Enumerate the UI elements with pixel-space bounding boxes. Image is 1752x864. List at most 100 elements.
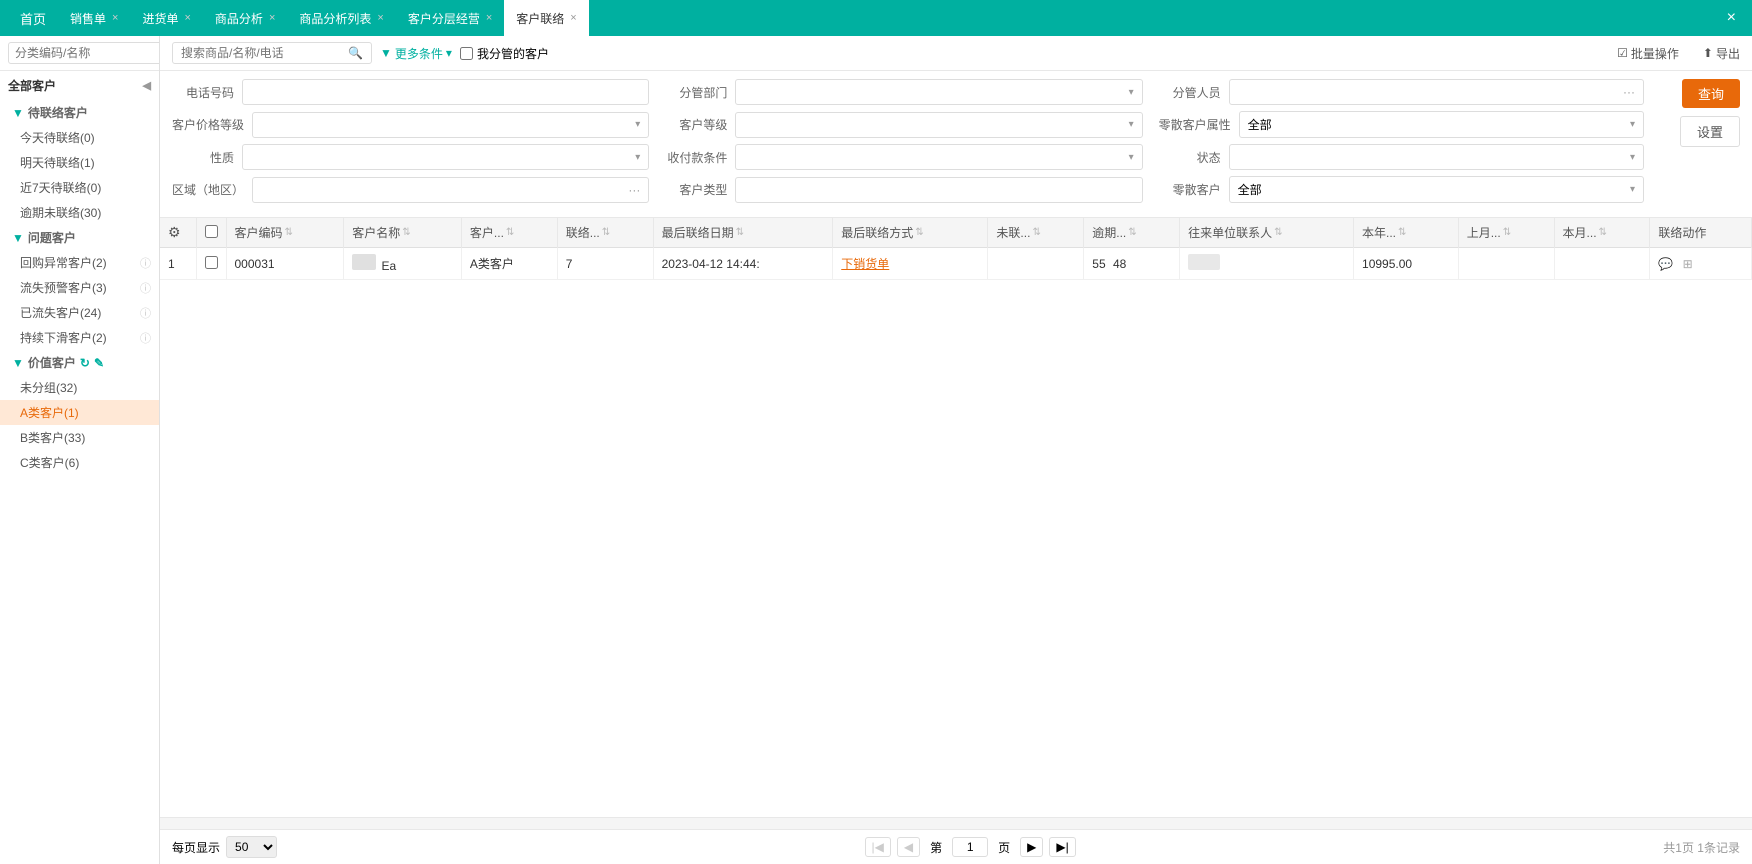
input-retail-attr[interactable]: 全部 ▾ — [1239, 111, 1644, 138]
ellipsis-icon[interactable]: ··· — [628, 183, 640, 197]
edit-group-icon[interactable]: ✎ — [94, 356, 104, 370]
input-phone[interactable] — [242, 79, 649, 105]
ellipsis-icon[interactable]: ··· — [1623, 85, 1635, 99]
label-dept: 分管部门 — [665, 84, 735, 101]
first-page-btn[interactable]: |◀ — [865, 837, 891, 857]
sidebar-item-7days[interactable]: 近7天待联络(0) — [0, 175, 159, 200]
sort-icon: ⇅ — [915, 227, 923, 238]
close-tab-purchase-icon[interactable]: × — [184, 12, 190, 24]
input-price-level[interactable]: ▾ — [252, 112, 649, 138]
sidebar-item-ungrouped[interactable]: 未分组(32) — [0, 375, 159, 400]
label-price-level: 客户价格等级 — [172, 116, 252, 133]
th-last-contact-method: 最后联络方式 ⇅ — [833, 218, 988, 248]
nav-tab-customer-mgmt[interactable]: 客户分层经营 × — [396, 0, 504, 36]
label-customer-level: 客户等级 — [665, 116, 735, 133]
sidebar-item-declining[interactable]: 持续下滑客户(2) ⓘ — [0, 325, 159, 350]
close-tab-analysis-icon[interactable]: × — [269, 12, 275, 24]
th-customer-name: 客户名称 ⇅ — [344, 218, 462, 248]
query-button[interactable]: 查询 — [1682, 79, 1740, 108]
export-icon: ⬆ — [1703, 46, 1713, 60]
sidebar-group-value[interactable]: ▼ 价值客户 ↻ ✎ — [0, 350, 159, 375]
sort-icon: ⇅ — [1128, 227, 1136, 238]
page-number-input[interactable] — [952, 837, 988, 857]
sidebar-item-churned[interactable]: 已流失客户(24) ⓘ — [0, 300, 159, 325]
label-status: 状态 — [1159, 149, 1229, 166]
td-last-contact-date: 2023-04-12 14:44: — [653, 248, 833, 280]
sidebar-item-repurchase-abnormal[interactable]: 回购异常客户(2) ⓘ — [0, 250, 159, 275]
sidebar-item-tomorrow[interactable]: 明天待联络(1) — [0, 150, 159, 175]
input-status[interactable]: ▾ — [1229, 144, 1644, 170]
page-size-select[interactable]: 50 100 200 — [226, 836, 277, 858]
export-btn[interactable]: ⬆ 导出 — [1703, 45, 1740, 62]
input-nature[interactable]: ▾ — [242, 144, 649, 170]
last-page-btn[interactable]: ▶| — [1049, 837, 1075, 857]
sidebar-all-customers[interactable]: 全部客户 ◀ — [0, 71, 159, 100]
total-records: 共1页 1条记录 — [1663, 839, 1740, 856]
sidebar-group-pending[interactable]: ▼ 待联络客户 — [0, 100, 159, 125]
close-tab-customer-mgmt-icon[interactable]: × — [486, 12, 492, 24]
table-header-row: ⚙ 客户编码 ⇅ — [160, 218, 1752, 248]
label-person: 分管人员 — [1159, 84, 1229, 101]
td-row-num: 1 — [160, 248, 196, 280]
sidebar-search-input[interactable] — [8, 42, 160, 64]
td-customer-name: Ea — [344, 248, 462, 280]
th-actions: 联络动作 — [1650, 218, 1752, 248]
sidebar-item-b-class[interactable]: B类客户(33) — [0, 425, 159, 450]
sidebar-item-churn-warning[interactable]: 流失预警客户(3) ⓘ — [0, 275, 159, 300]
input-region[interactable]: ··· — [252, 177, 649, 203]
global-close-icon[interactable]: × — [1719, 9, 1744, 27]
input-customer-type[interactable] — [735, 177, 1142, 203]
prev-page-btn[interactable]: ◀ — [897, 837, 920, 857]
input-retail-customer[interactable]: 全部 ▾ — [1229, 176, 1644, 203]
sidebar-item-today[interactable]: 今天待联络(0) — [0, 125, 159, 150]
sidebar-group-problem[interactable]: ▼ 问题客户 — [0, 225, 159, 250]
filter-row-3: 性质 ▾ 收付款条件 ▾ — [172, 144, 1652, 170]
close-tab-sales-icon[interactable]: × — [112, 12, 118, 24]
qr-action-icon[interactable]: ⊞ — [1683, 257, 1693, 271]
nav-tab-analysis[interactable]: 商品分析 × — [203, 0, 287, 36]
th-this-year: 本年... ⇅ — [1354, 218, 1459, 248]
sidebar-item-a-class[interactable]: A类客户(1) — [0, 400, 159, 425]
select-all-checkbox[interactable] — [205, 225, 218, 238]
nav-tab-purchase[interactable]: 进货单 × — [130, 0, 202, 36]
sort-icon: ⇅ — [402, 227, 410, 238]
close-tab-customer-contact-icon[interactable]: × — [570, 12, 576, 24]
sidebar-item-overdue[interactable]: 逾期未联络(30) — [0, 200, 159, 225]
input-payment[interactable]: ▾ — [735, 144, 1142, 170]
nav-tab-customer-contact[interactable]: 客户联络 × — [504, 0, 588, 36]
gear-icon[interactable]: ⚙ — [168, 224, 181, 240]
search-icon[interactable]: 🔍 — [348, 46, 363, 60]
sidebar-item-c-class[interactable]: C类客户(6) — [0, 450, 159, 475]
my-customers-checkbox[interactable] — [460, 47, 473, 60]
last-contact-method-link[interactable]: 下销货单 — [841, 257, 889, 271]
sort-icon: ⇅ — [506, 227, 514, 238]
close-tab-analysis-list-icon[interactable]: × — [377, 12, 383, 24]
unit-contact-badge — [1188, 254, 1220, 270]
input-person[interactable]: ··· — [1229, 79, 1644, 105]
input-customer-level[interactable]: ▾ — [735, 112, 1142, 138]
info-icon-2: ⓘ — [140, 280, 151, 296]
my-customers-filter[interactable]: 我分管的客户 — [460, 45, 549, 62]
refresh-icon[interactable]: ↻ — [80, 356, 90, 370]
chevron-down-icon: ▾ — [446, 46, 452, 60]
td-not-contacted — [988, 248, 1084, 280]
td-overdue: 55 48 — [1084, 248, 1180, 280]
batch-op-btn[interactable]: ☑ 批量操作 — [1617, 45, 1679, 62]
horizontal-scrollbar[interactable] — [160, 817, 1752, 829]
next-page-btn[interactable]: ▶ — [1020, 837, 1043, 857]
search-input[interactable] — [181, 46, 348, 60]
chat-action-icon[interactable]: 💬 — [1658, 257, 1673, 271]
more-filters-btn[interactable]: ▼ 更多条件 ▾ — [380, 45, 452, 62]
settings-button[interactable]: 设置 — [1680, 116, 1740, 147]
nav-home[interactable]: 首页 — [8, 0, 58, 36]
td-checkbox — [196, 248, 226, 280]
th-last-month: 上月... ⇅ — [1458, 218, 1554, 248]
input-dept[interactable]: ▾ — [735, 79, 1142, 105]
row-checkbox[interactable] — [205, 256, 218, 269]
nav-tab-sales[interactable]: 销售单 × — [58, 0, 130, 36]
chevron-down-icon: ▾ — [635, 152, 640, 163]
th-checkbox — [196, 218, 226, 248]
filter-bar: 🔍 ▼ 更多条件 ▾ 我分管的客户 ☑ 批量操作 ⬆ — [160, 36, 1752, 71]
main-layout: 🔍 全部客户 ◀ ▼ 待联络客户 今天待联络(0) 明天待联络(1) 近7天待联… — [0, 36, 1752, 864]
nav-tab-analysis-list[interactable]: 商品分析列表 × — [287, 0, 395, 36]
